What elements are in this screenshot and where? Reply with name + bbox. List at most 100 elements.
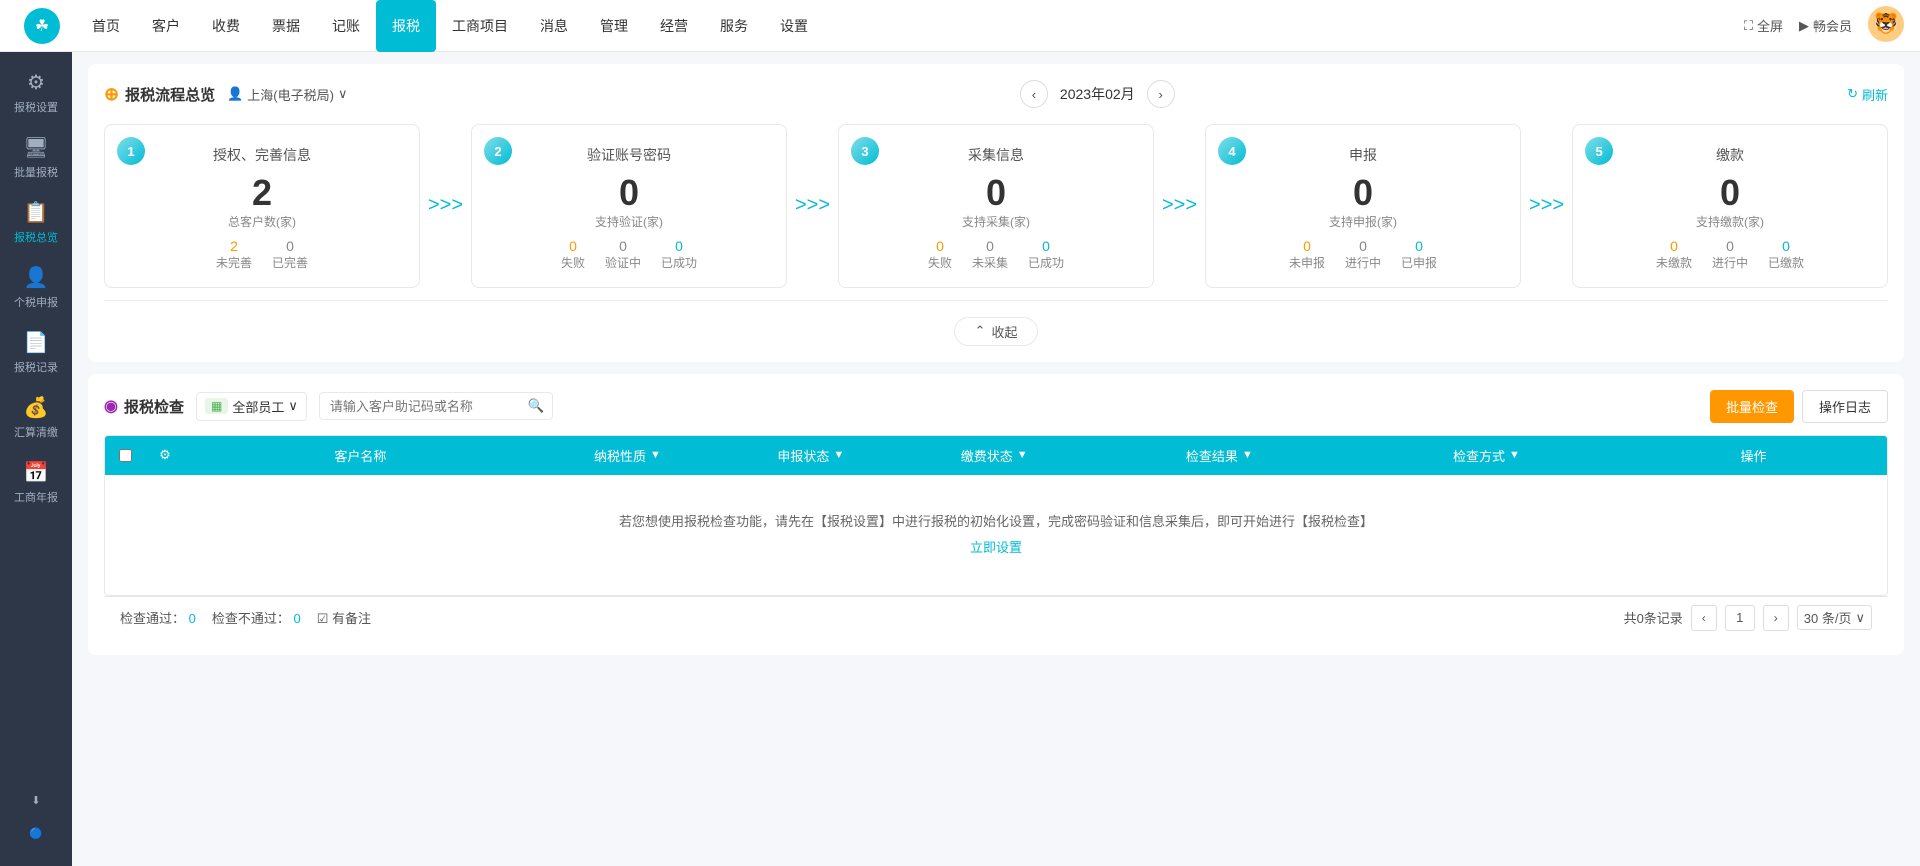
nav-right: ⛶ 全屏 ▶ 畅会员 🐯: [1744, 6, 1904, 45]
nav-tax[interactable]: 报税: [376, 0, 436, 52]
stat-label-1-1: 已完善: [272, 254, 308, 271]
nav-invoice[interactable]: 票据: [256, 0, 316, 52]
search-input[interactable]: [320, 394, 520, 419]
filter-icon-tax[interactable]: ▼: [650, 449, 661, 461]
filter-icon-method[interactable]: ▼: [1509, 449, 1520, 461]
stat-val-2-0: 0: [569, 238, 577, 254]
step-title-3: 采集信息: [859, 145, 1133, 165]
step-stat-5-0: 0 未缴款: [1656, 238, 1692, 271]
step-stat-3-2: 0 已成功: [1028, 238, 1064, 271]
step-count-4: 0: [1226, 173, 1500, 213]
table-body: 若您想使用报税检查功能，请先在【报税设置】中进行报税的初始化设置，完成密码验证和…: [105, 475, 1887, 595]
fullscreen-btn[interactable]: ⛶ 全屏: [1744, 16, 1783, 35]
step-num-4: 4: [1218, 137, 1246, 165]
nav-accounting[interactable]: 记账: [316, 0, 376, 52]
prev-page-btn[interactable]: ‹: [1691, 605, 1717, 631]
stat-label-3-1: 未采集: [972, 254, 1008, 271]
sidebar-item-settlement[interactable]: 💰 汇算清缴: [0, 385, 72, 450]
step-num-2: 2: [484, 137, 512, 165]
th-settings[interactable]: ⚙: [145, 437, 185, 473]
pass-val[interactable]: 0: [189, 611, 196, 626]
stat-val-2-2: 0: [675, 238, 683, 254]
sidebar-download[interactable]: ⬇: [0, 784, 72, 817]
fail-stat: 检查不通过： 0: [212, 608, 301, 627]
stat-label-1-0: 未完善: [216, 254, 252, 271]
nav-items: 首页 客户 收费 票据 记账 报税 工商项目 消息 管理 经营 服务 设置: [76, 0, 1744, 52]
nav-service[interactable]: 服务: [704, 0, 764, 52]
refresh-btn[interactable]: ↻ 刷新: [1847, 85, 1888, 104]
member-btn[interactable]: ▶ 畅会员: [1799, 16, 1852, 35]
step-subtitle-1: 总客户数(家): [125, 213, 399, 230]
step-stat-4-0: 0 未申报: [1289, 238, 1325, 271]
sidebar-item-tax-overview[interactable]: 📋 报税总览: [0, 190, 72, 255]
sidebar-item-label-individual-tax: 个税申报: [14, 294, 58, 310]
download-icon: ⬇: [31, 794, 40, 807]
stat-label-5-2: 已缴款: [1768, 254, 1804, 271]
stat-label-5-1: 进行中: [1712, 254, 1748, 271]
filter-icon-pay[interactable]: ▼: [1017, 449, 1028, 461]
step-stats-5: 0 未缴款 0 进行中 0 已缴款: [1593, 238, 1867, 271]
check-title: ◉ 报税检查: [104, 396, 184, 417]
fail-val[interactable]: 0: [294, 611, 301, 626]
collapse-btn[interactable]: ⌃ 收起: [954, 317, 1039, 346]
sidebar-item-individual-tax[interactable]: 👤 个税申报: [0, 255, 72, 320]
location-selector[interactable]: 👤 上海(电子税局) ∨: [227, 85, 347, 104]
batch-check-btn[interactable]: 批量检查: [1710, 390, 1794, 423]
select-all-checkbox[interactable]: [119, 449, 132, 462]
overview-title-text: 报税流程总览: [125, 84, 215, 105]
search-btn[interactable]: 🔍: [520, 393, 553, 419]
operation-log-btn[interactable]: 操作日志: [1802, 390, 1888, 423]
next-month-btn[interactable]: ›: [1147, 80, 1175, 108]
main-layout: ⚙ 报税设置 🖥 批量报税 📋 报税总览 👤 个税申报 📄 报税记录 💰 汇算清…: [0, 52, 1920, 866]
sidebar-item-label-annual-report: 工商年报: [14, 489, 58, 505]
next-page-btn[interactable]: ›: [1763, 605, 1789, 631]
tax-settings-icon: ⚙: [27, 70, 45, 95]
pagination: 共0条记录 ‹ 1 › 30 条/页 ∨: [1624, 605, 1872, 631]
nav-settings[interactable]: 设置: [764, 0, 824, 52]
fullscreen-label: 全屏: [1757, 16, 1783, 35]
sidebar-item-batch-tax[interactable]: 🖥 批量报税: [0, 125, 72, 190]
sidebar-item-tax-records[interactable]: 📄 报税记录: [0, 320, 72, 385]
prev-month-btn[interactable]: ‹: [1020, 80, 1048, 108]
nav-commerce[interactable]: 工商项目: [436, 0, 524, 52]
sidebar-item-annual-report[interactable]: 📅 工商年报: [0, 450, 72, 515]
nav-customer[interactable]: 客户: [136, 0, 196, 52]
step-subtitle-5: 支持缴款(家): [1593, 213, 1867, 230]
step-title-5: 缴款: [1593, 145, 1867, 165]
svg-text:🐯: 🐯: [1874, 11, 1899, 35]
page-size-selector[interactable]: 30 条/页 ∨: [1797, 605, 1872, 630]
staff-selector[interactable]: ▦ 全部员工 ∨: [196, 392, 307, 421]
footer-note: ☑ 有备注: [317, 608, 371, 627]
circle-icon: 🔵: [29, 827, 43, 840]
sidebar-circle[interactable]: 🔵: [0, 817, 72, 850]
setup-link[interactable]: 立即设置: [970, 540, 1022, 555]
filter-icon-declare[interactable]: ▼: [833, 449, 844, 461]
step-num-3: 3: [851, 137, 879, 165]
nav-message[interactable]: 消息: [524, 0, 584, 52]
top-nav: ☘ 首页 客户 收费 票据 记账 报税 工商项目 消息 管理 经营 服务 设置 …: [0, 0, 1920, 52]
filter-icon-result[interactable]: ▼: [1242, 449, 1253, 461]
tax-records-icon: 📄: [24, 330, 49, 355]
nav-home[interactable]: 首页: [76, 0, 136, 52]
sidebar-item-tax-settings[interactable]: ⚙ 报税设置: [0, 60, 72, 125]
th-checkbox[interactable]: [105, 439, 145, 472]
stat-val-1-1: 0: [286, 238, 294, 254]
nav-manage[interactable]: 管理: [584, 0, 644, 52]
sidebar-item-label-tax-records: 报税记录: [14, 359, 58, 375]
step-card-2: 2 验证账号密码 0 支持验证(家) 0 失败 0 验证中: [471, 124, 787, 288]
arrow-1: >>>: [420, 194, 471, 217]
table-header: ⚙ 客户名称 纳税性质 ▼ 申报状态 ▼ 缴费状态 ▼: [105, 436, 1887, 475]
staff-tag-label: 全部员工: [232, 397, 284, 416]
empty-text: 若您想使用报税检查功能，请先在【报税设置】中进行报税的初始化设置，完成密码验证和…: [619, 509, 1373, 535]
overview-panel: ⊕ 报税流程总览 👤 上海(电子税局) ∨ ‹ 2023年02月 › ↻ 刷新: [88, 64, 1904, 362]
total-label: 共0条记录: [1624, 608, 1683, 627]
tax-overview-icon: 📋: [24, 200, 49, 225]
step-stat-5-1: 0 进行中: [1712, 238, 1748, 271]
nav-fee[interactable]: 收费: [196, 0, 256, 52]
check-title-text: 报税检查: [124, 396, 184, 417]
step-stat-2-2: 0 已成功: [661, 238, 697, 271]
step-stat-4-2: 0 已申报: [1401, 238, 1437, 271]
member-icon: ▶: [1799, 18, 1809, 34]
nav-operation[interactable]: 经营: [644, 0, 704, 52]
stat-val-4-1: 0: [1359, 238, 1367, 254]
